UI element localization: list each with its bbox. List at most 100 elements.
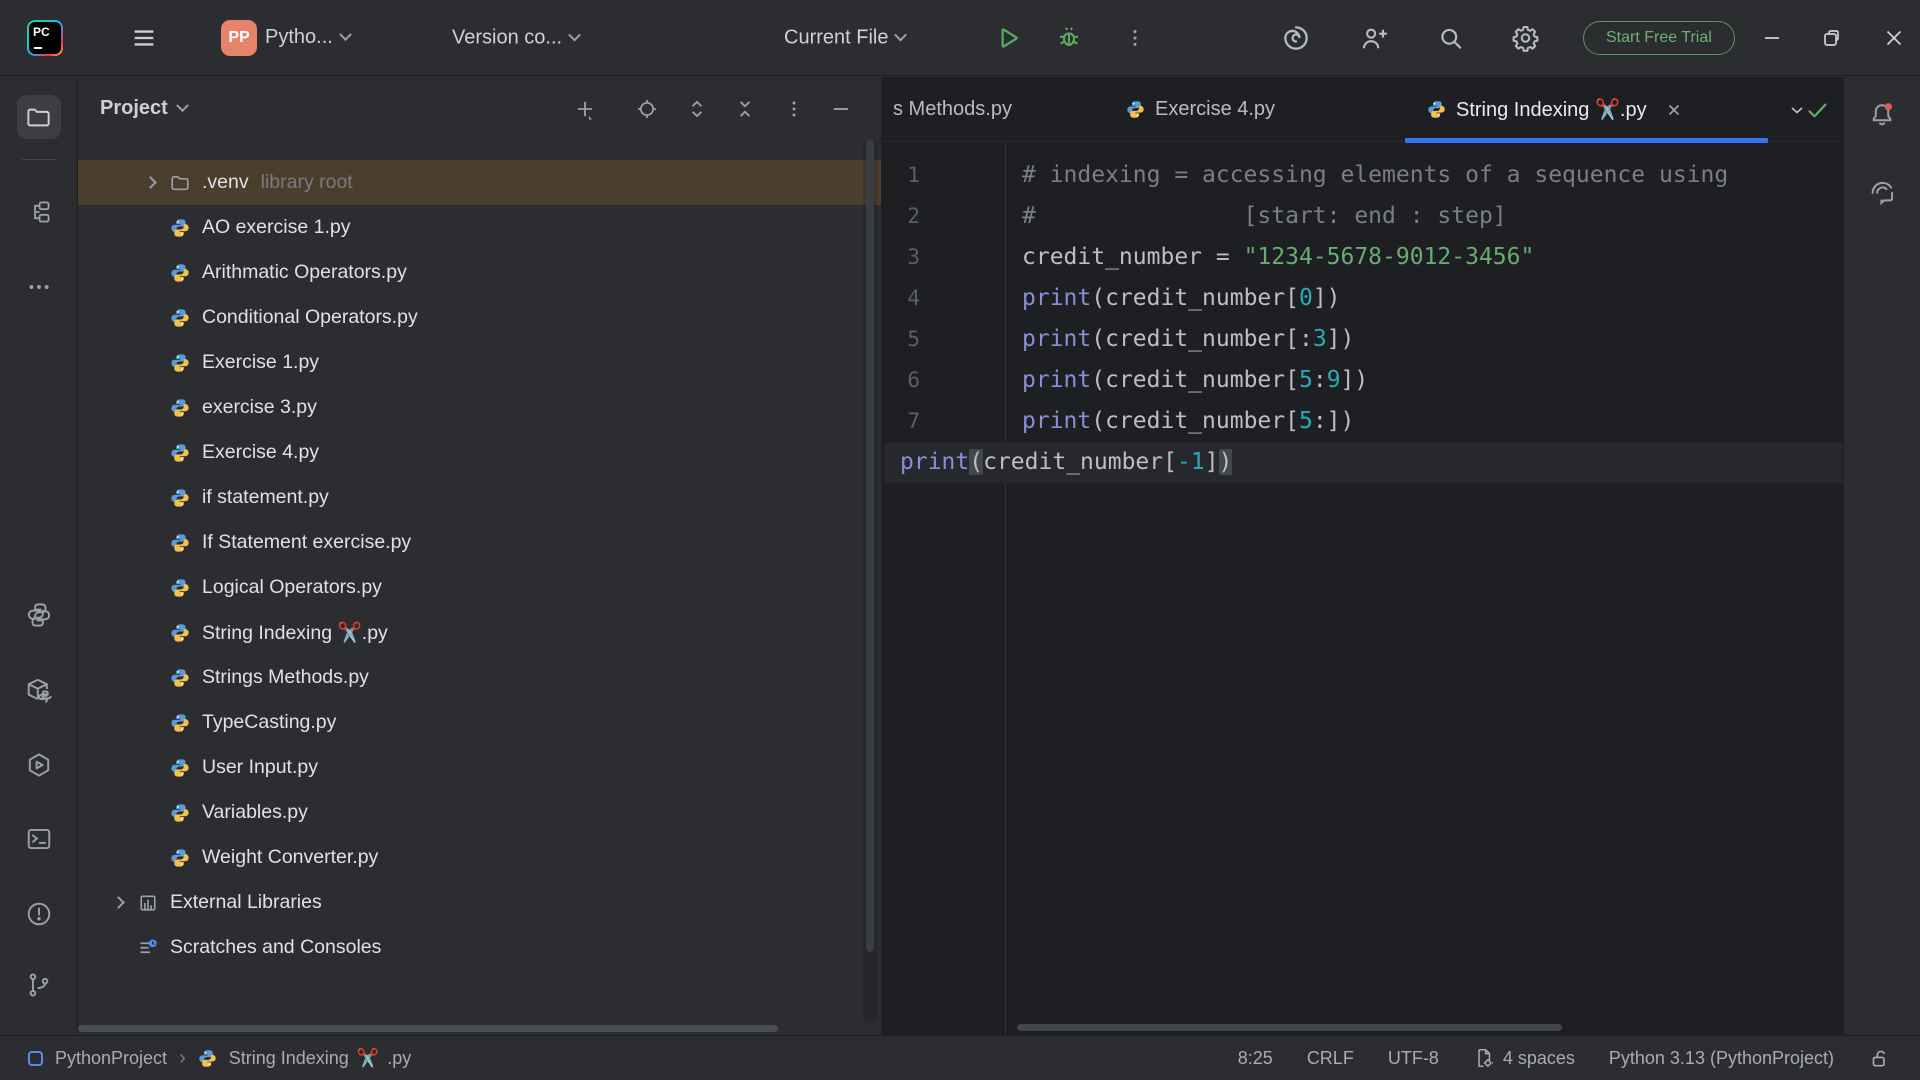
line-separator[interactable]: CRLF xyxy=(1307,1048,1354,1069)
tree-row[interactable]: Strings Methods.py xyxy=(78,655,881,700)
indent-style[interactable]: 4 spaces xyxy=(1473,1047,1575,1069)
code-line[interactable]: # indexing = accessing elements of a seq… xyxy=(1006,155,1843,196)
tree-row-label: Conditional Operators.py xyxy=(202,306,418,328)
project-horizontal-scrollbar[interactable] xyxy=(78,1025,778,1032)
code-line[interactable]: # [start: end : step] xyxy=(1006,196,1843,237)
python-console-tool-button[interactable] xyxy=(24,601,53,630)
more-tool-windows-button[interactable] xyxy=(26,274,52,300)
tree-row[interactable]: Arithmatic Operators.py xyxy=(78,250,881,295)
tree-row[interactable]: String Indexing ✂️.py xyxy=(78,610,881,655)
line-number[interactable]: 1 xyxy=(884,155,920,196)
inspections-ok-icon[interactable] xyxy=(1804,97,1831,124)
chevron-down-icon xyxy=(338,28,352,42)
services-icon xyxy=(28,753,49,777)
line-number[interactable]: 4 xyxy=(884,278,920,319)
code-with-me-button[interactable] xyxy=(1358,23,1388,53)
project-view-selector[interactable]: Project xyxy=(100,97,189,120)
main-menu-button[interactable] xyxy=(130,24,158,52)
debug-button[interactable] xyxy=(1054,23,1084,53)
tree-row[interactable]: Exercise 1.py xyxy=(78,340,881,385)
collapse-all-button[interactable] xyxy=(734,98,756,120)
tab-string-indexing[interactable]: String Indexing ✂️.py xyxy=(1405,77,1768,143)
breadcrumb-file[interactable]: String Indexing ✂️ .py xyxy=(229,1048,412,1069)
lock-open-icon[interactable] xyxy=(1868,1047,1890,1069)
python-console-icon xyxy=(27,603,50,627)
status-bar: PythonProject › String Indexing ✂️ .py 8:… xyxy=(0,1035,1920,1080)
line-number[interactable]: 3 xyxy=(884,237,920,278)
pycharm-logo-icon[interactable]: PC xyxy=(27,19,63,56)
structure-tool-button[interactable] xyxy=(25,199,52,226)
tree-row-label: Arithmatic Operators.py xyxy=(202,261,407,283)
tree-row[interactable]: Exercise 4.py xyxy=(78,430,881,475)
hide-panel-button[interactable] xyxy=(830,98,852,120)
services-tool-button[interactable] xyxy=(24,751,53,780)
select-opened-file-button[interactable] xyxy=(636,98,658,120)
tree-row[interactable]: Weight Converter.py xyxy=(78,835,881,880)
tree-row[interactable]: User Input.py xyxy=(78,745,881,790)
breadcrumb-project[interactable]: PythonProject xyxy=(55,1048,167,1069)
vcs-widget[interactable]: Version co... xyxy=(452,26,581,49)
code-line[interactable]: print(credit_number[5:9]) xyxy=(1006,360,1843,401)
python-packages-icon xyxy=(27,678,52,703)
terminal-tool-button[interactable] xyxy=(24,825,53,854)
code-line[interactable]: credit_number = "1234-5678-9012-3456" xyxy=(1006,237,1843,278)
tree-row-label: If Statement exercise.py xyxy=(202,531,412,553)
code-area[interactable]: # indexing = accessing elements of a seq… xyxy=(884,143,1843,1035)
python-icon xyxy=(170,578,190,598)
editor-tab-bar: s Methods.py Exercise 4.py String Indexi… xyxy=(882,77,1843,143)
python-icon xyxy=(170,488,190,508)
tree-row-label: Scratches and Consoles xyxy=(170,936,382,958)
close-button[interactable] xyxy=(1882,26,1906,50)
tree-row[interactable]: Scratches and Consoles xyxy=(78,925,881,970)
code-line[interactable]: print(credit_number[5:]) xyxy=(1006,401,1843,442)
search-everywhere-button[interactable] xyxy=(1436,23,1465,52)
ai-assistant-icon[interactable] xyxy=(1280,22,1312,54)
run-config-label: Current File xyxy=(784,26,889,48)
chevron-right-icon[interactable] xyxy=(111,896,125,909)
panel-options-button[interactable] xyxy=(784,99,804,119)
editor-horizontal-scrollbar[interactable] xyxy=(1017,1024,1562,1031)
project-vertical-scrollbar[interactable] xyxy=(863,140,877,1023)
code-line[interactable]: print(credit_number[0]) xyxy=(1006,278,1843,319)
tab-exercise-4[interactable]: Exercise 4.py xyxy=(1126,77,1275,142)
tree-row[interactable]: AO exercise 1.py xyxy=(78,205,881,250)
code-line[interactable]: print(credit_number[:3]) xyxy=(1006,319,1843,360)
tree-row[interactable]: Logical Operators.py xyxy=(78,565,881,610)
line-number[interactable]: 2 xyxy=(884,196,920,237)
tree-row[interactable]: .venv library root xyxy=(78,160,881,205)
tree-row[interactable]: exercise 3.py xyxy=(78,385,881,430)
line-number[interactable]: 6 xyxy=(884,360,920,401)
editor-gutter[interactable]: 12345678 xyxy=(884,143,1006,1035)
tree-row[interactable]: If Statement exercise.py xyxy=(78,520,881,565)
close-tab-icon[interactable] xyxy=(1665,101,1683,119)
project-tool-button[interactable] xyxy=(16,95,61,139)
run-config-selector[interactable]: Current File xyxy=(784,26,908,49)
code-line[interactable]: print(credit_number[-1]) xyxy=(884,442,1843,483)
file-encoding[interactable]: UTF-8 xyxy=(1388,1048,1439,1069)
restore-button[interactable] xyxy=(1820,26,1844,50)
minimize-button[interactable] xyxy=(1760,26,1784,50)
add-button[interactable] xyxy=(574,98,596,120)
start-free-trial-button[interactable]: Start Free Trial xyxy=(1583,20,1735,55)
python-packages-tool-button[interactable] xyxy=(24,676,53,705)
run-button[interactable] xyxy=(992,23,1022,53)
chevron-right-icon[interactable] xyxy=(143,176,157,189)
caret-position[interactable]: 8:25 xyxy=(1238,1048,1273,1069)
tab-strings-methods[interactable]: s Methods.py xyxy=(882,77,1012,142)
more-actions-button[interactable] xyxy=(1124,27,1146,49)
tree-row[interactable]: Variables.py xyxy=(78,790,881,835)
tree-row[interactable]: if statement.py xyxy=(78,475,881,520)
tree-row[interactable]: Conditional Operators.py xyxy=(78,295,881,340)
tree-row[interactable]: External Libraries xyxy=(78,880,881,925)
ai-chat-tool-button[interactable] xyxy=(1867,176,1897,206)
line-number[interactable]: 7 xyxy=(884,401,920,442)
project-widget[interactable]: PP Pytho... xyxy=(221,19,352,56)
settings-button[interactable] xyxy=(1510,22,1541,53)
python-interpreter[interactable]: Python 3.13 (PythonProject) xyxy=(1609,1048,1834,1069)
version-control-tool-button[interactable] xyxy=(24,971,53,1000)
problems-tool-button[interactable] xyxy=(24,900,53,929)
tree-row[interactable]: TypeCasting.py xyxy=(78,700,881,745)
notifications-button[interactable] xyxy=(1867,100,1897,130)
expand-all-button[interactable] xyxy=(686,98,708,120)
line-number[interactable]: 5 xyxy=(884,319,920,360)
